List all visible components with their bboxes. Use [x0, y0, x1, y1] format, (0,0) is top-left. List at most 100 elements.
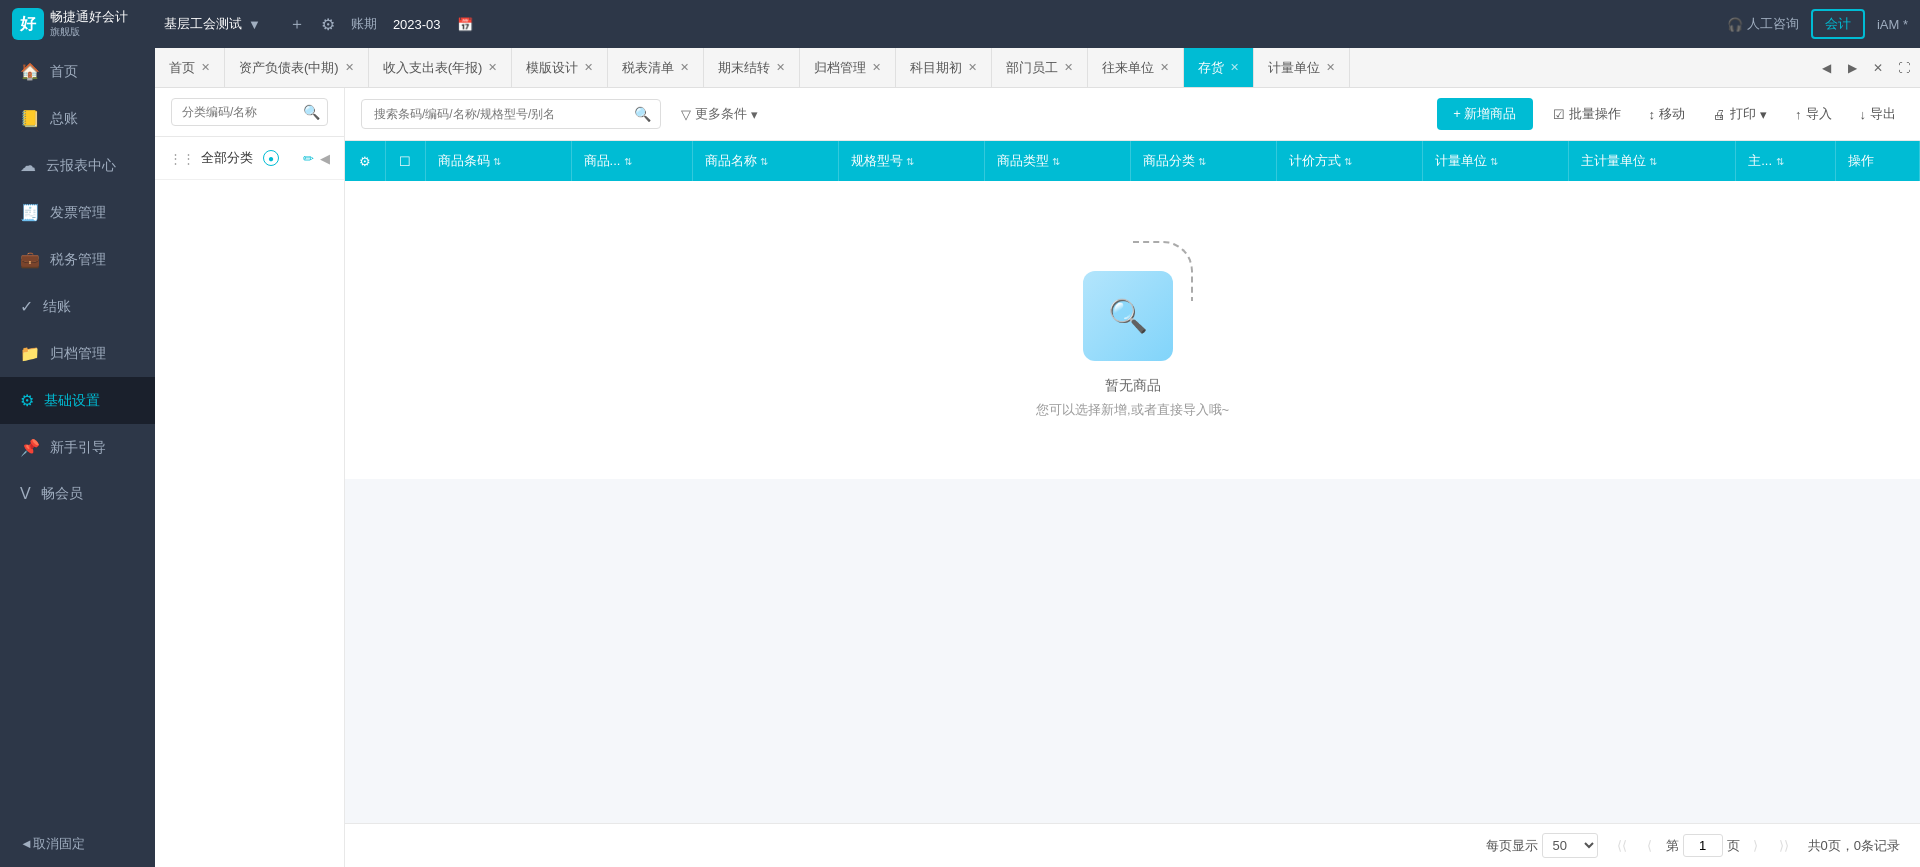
- tab-close-home[interactable]: ✕: [201, 61, 210, 74]
- tab-periodend[interactable]: 期末结转 ✕: [704, 48, 800, 87]
- sidebar-label-settings: 基础设置: [44, 392, 100, 410]
- ai-consult-button[interactable]: 🎧 人工咨询: [1727, 15, 1799, 33]
- tab-expand[interactable]: ⛶: [1892, 56, 1916, 80]
- sort-code-icon[interactable]: ⇅: [624, 156, 632, 167]
- sub-content: 🔍 ⋮⋮ 全部分类 ● ✏ ◀: [155, 88, 1920, 867]
- tab-close-income[interactable]: ✕: [488, 61, 497, 74]
- per-page-select[interactable]: 50 10 20 100: [1542, 833, 1598, 858]
- main-search-input[interactable]: [361, 99, 661, 129]
- page-last-button[interactable]: ⟩⟩: [1772, 834, 1796, 858]
- tab-bar: 首页 ✕ 资产负债表(中期) ✕ 收入支出表(年报) ✕ 模版设计 ✕ 税表清单…: [155, 48, 1920, 88]
- tab-inventory[interactable]: 存货 ✕: [1184, 48, 1254, 87]
- main-panel: 🔍 ▽ 更多条件 ▾ + 新增商品 ☑ 批量操作: [345, 88, 1920, 867]
- tab-close-periodend[interactable]: ✕: [776, 61, 785, 74]
- tab-close-department[interactable]: ✕: [1064, 61, 1073, 74]
- tab-close-all[interactable]: ✕: [1866, 56, 1890, 80]
- th-unit: 计量单位 ⇅: [1422, 141, 1568, 181]
- sidebar-item-reports[interactable]: ☁ 云报表中心: [0, 142, 155, 189]
- top-header: 好 畅捷通好会计 旗舰版 基层工会测试 ▼ ＋ ⚙ 账期 2023-03 📅 🎧…: [0, 0, 1920, 48]
- tab-scroll-left[interactable]: ◀: [1814, 56, 1838, 80]
- batch-button[interactable]: ☑ 批量操作: [1545, 101, 1629, 127]
- sidebar-item-tax[interactable]: 💼 税务管理: [0, 236, 155, 283]
- tab-department[interactable]: 部门员工 ✕: [992, 48, 1088, 87]
- product-table: ⚙ ☐ 商品条码 ⇅ 商品... ⇅: [345, 141, 1920, 181]
- sort-barcode-icon[interactable]: ⇅: [493, 156, 501, 167]
- add-tab-button[interactable]: ＋: [289, 14, 305, 35]
- page-next-button[interactable]: ⟩: [1744, 834, 1768, 858]
- th-settings[interactable]: ⚙: [345, 141, 385, 181]
- category-collapse-icon[interactable]: ◀: [320, 151, 330, 166]
- tab-unit[interactable]: 计量单位 ✕: [1254, 48, 1350, 87]
- per-page-label: 每页显示: [1486, 837, 1538, 855]
- sort-unit-icon[interactable]: ⇅: [1490, 156, 1498, 167]
- sidebar-item-ledger[interactable]: 📒 总账: [0, 95, 155, 142]
- sort-spec-icon[interactable]: ⇅: [906, 156, 914, 167]
- settings-gear-icon[interactable]: ⚙: [321, 15, 335, 34]
- company-name: 基层工会测试: [164, 15, 242, 33]
- import-button[interactable]: ↑ 导入: [1787, 101, 1840, 127]
- company-selector[interactable]: 基层工会测试 ▼: [164, 15, 261, 33]
- unpin-button[interactable]: ◄取消固定: [0, 821, 155, 867]
- empty-arrow-dashed: [1133, 241, 1193, 301]
- filter-button[interactable]: ▽ 更多条件 ▾: [673, 101, 766, 127]
- calendar-icon[interactable]: 📅: [457, 17, 473, 32]
- main-search-icon[interactable]: 🔍: [634, 106, 651, 122]
- sidebar-item-invoice[interactable]: 🧾 发票管理: [0, 189, 155, 236]
- page-number-input[interactable]: [1683, 834, 1723, 857]
- action-buttons: + 新增商品 ☑ 批量操作 ↕ 移动 🖨 打印: [1437, 98, 1904, 130]
- tab-contacts[interactable]: 往来单位 ✕: [1088, 48, 1184, 87]
- tab-close-template[interactable]: ✕: [584, 61, 593, 74]
- tab-balance[interactable]: 资产负债表(中期) ✕: [225, 48, 369, 87]
- sidebar-item-guide[interactable]: 📌 新手引导: [0, 424, 155, 471]
- tab-archive[interactable]: 归档管理 ✕: [800, 48, 896, 87]
- tab-subject[interactable]: 科目期初 ✕: [896, 48, 992, 87]
- batch-check-icon: ☑: [1553, 107, 1565, 122]
- header-right: 🎧 人工咨询 会计 iAM *: [1727, 9, 1908, 39]
- sort-mainunit-icon[interactable]: ⇅: [1649, 156, 1657, 167]
- sort-price-icon[interactable]: ⇅: [1344, 156, 1352, 167]
- export-icon: ↓: [1860, 107, 1867, 122]
- tab-template[interactable]: 模版设计 ✕: [512, 48, 608, 87]
- th-type: 商品类型 ⇅: [984, 141, 1130, 181]
- th-category: 商品分类 ⇅: [1130, 141, 1276, 181]
- print-button[interactable]: 🖨 打印 ▾: [1705, 101, 1775, 127]
- category-header: ⋮⋮ 全部分类 ● ✏ ◀: [155, 137, 344, 180]
- new-product-button[interactable]: + 新增商品: [1437, 98, 1532, 130]
- tab-close-inventory[interactable]: ✕: [1230, 61, 1239, 74]
- sort-category-icon[interactable]: ⇅: [1198, 156, 1206, 167]
- sidebar-item-vip[interactable]: V 畅会员: [0, 471, 155, 517]
- tab-close-contacts[interactable]: ✕: [1160, 61, 1169, 74]
- th-checkbox[interactable]: ☐: [385, 141, 425, 181]
- move-button[interactable]: ↕ 移动: [1641, 101, 1694, 127]
- page-prev-button[interactable]: ⟨: [1638, 834, 1662, 858]
- page-first-button[interactable]: ⟨⟨: [1610, 834, 1634, 858]
- tab-close-taxlist[interactable]: ✕: [680, 61, 689, 74]
- sidebar-item-archive[interactable]: 📁 归档管理: [0, 330, 155, 377]
- logo-text-wrap: 畅捷通好会计 旗舰版: [50, 9, 128, 39]
- iam-button[interactable]: iAM *: [1877, 17, 1908, 32]
- footer-pagination: 每页显示 50 10 20 100 ⟨⟨ ⟨ 第: [345, 823, 1920, 867]
- tab-taxlist[interactable]: 税表清单 ✕: [608, 48, 704, 87]
- tab-close-balance[interactable]: ✕: [345, 61, 354, 74]
- account-button[interactable]: 会计: [1811, 9, 1865, 39]
- tab-scroll-right[interactable]: ▶: [1840, 56, 1864, 80]
- sidebar-item-home[interactable]: 🏠 首页: [0, 48, 155, 95]
- sidebar-label-archive: 归档管理: [50, 345, 106, 363]
- tab-close-archive[interactable]: ✕: [872, 61, 881, 74]
- category-edit-icon[interactable]: ✏: [303, 151, 314, 166]
- logo-area: 好 畅捷通好会计 旗舰版: [12, 8, 152, 40]
- tab-close-subject[interactable]: ✕: [968, 61, 977, 74]
- sidebar-item-closing[interactable]: ✓ 结账: [0, 283, 155, 330]
- tab-home[interactable]: 首页 ✕: [155, 48, 225, 87]
- sort-name-icon[interactable]: ⇅: [760, 156, 768, 167]
- sort-mainabbr-icon[interactable]: ⇅: [1776, 156, 1784, 167]
- period-label: 账期: [351, 15, 377, 33]
- export-button[interactable]: ↓ 导出: [1852, 101, 1905, 127]
- sidebar-item-settings[interactable]: ⚙ 基础设置: [0, 377, 155, 424]
- print-dropdown-icon: ▾: [1760, 107, 1767, 122]
- tab-income[interactable]: 收入支出表(年报) ✕: [369, 48, 513, 87]
- tab-close-unit[interactable]: ✕: [1326, 61, 1335, 74]
- category-search-icon[interactable]: 🔍: [303, 104, 320, 120]
- sort-type-icon[interactable]: ⇅: [1052, 156, 1060, 167]
- category-all-label[interactable]: 全部分类: [201, 149, 253, 167]
